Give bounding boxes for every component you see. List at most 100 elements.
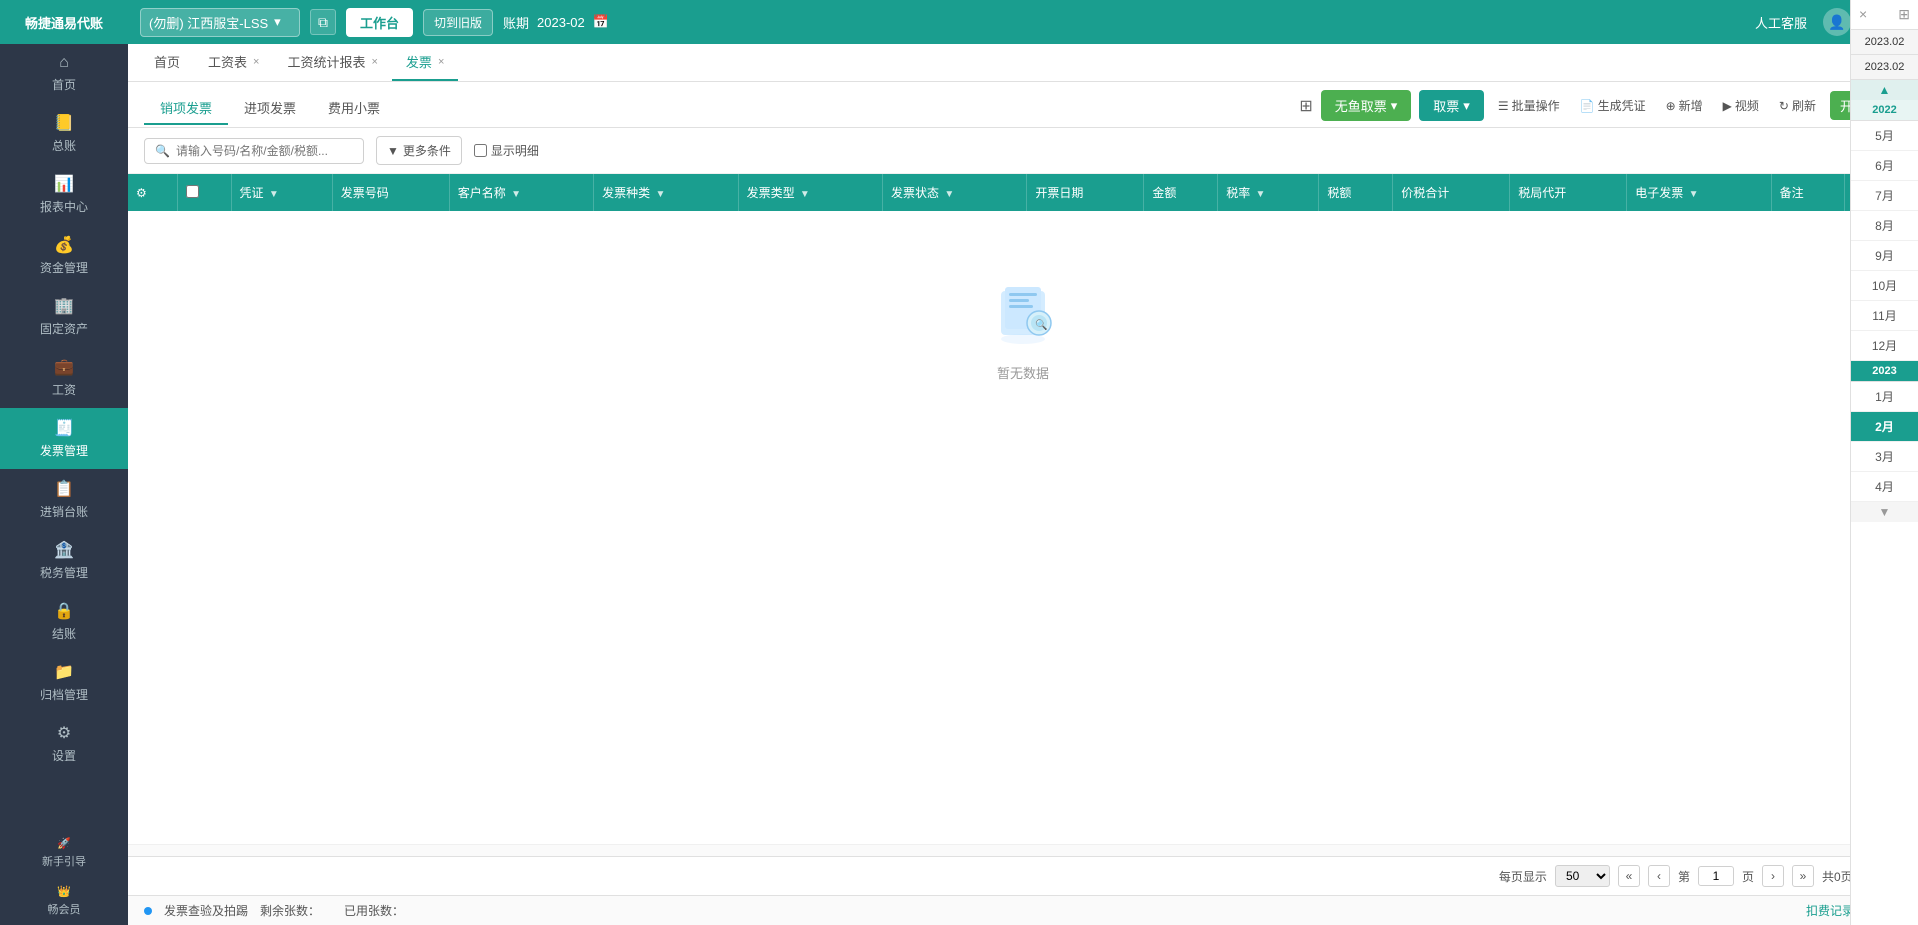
sidebar-item-sales[interactable]: 📋 进销台账	[0, 469, 128, 530]
th-settings[interactable]: ⚙	[128, 174, 177, 211]
close-icon[interactable]: ×	[371, 56, 377, 68]
sidebar-item-closing[interactable]: 🔒 结账	[0, 591, 128, 652]
next-page-button[interactable]: ›	[1762, 865, 1784, 887]
home-icon: ⌂	[59, 54, 69, 72]
sidebar-item-home[interactable]: ⌂ 首页	[0, 44, 128, 103]
video-button[interactable]: ▶ 视频	[1717, 92, 1765, 119]
close-icon[interactable]: ×	[253, 56, 259, 68]
tax-icon: 🏦	[54, 540, 74, 560]
sidebar-item-settings[interactable]: ⚙ 设置	[0, 713, 128, 774]
support-link[interactable]: 人工客服	[1755, 13, 1807, 32]
show-detail-checkbox[interactable]	[474, 144, 487, 157]
company-selector[interactable]: (勿删) 江西服宝-LSS ▾	[140, 8, 300, 37]
last-page-button[interactable]: »	[1792, 865, 1814, 887]
remaining-label: 剩余张数：	[260, 902, 320, 919]
tab-salary-report[interactable]: 工资统计报表 ×	[273, 44, 391, 81]
page-size-select[interactable]: 50 10 20 100	[1555, 865, 1610, 887]
select-all-checkbox[interactable]	[186, 185, 199, 198]
search-box: 🔍	[144, 138, 364, 164]
sidebar-item-tax[interactable]: 🏦 税务管理	[0, 530, 128, 591]
th-remark: 备注	[1771, 174, 1845, 211]
th-checkbox[interactable]	[177, 174, 231, 211]
scroll-bar-area[interactable]	[128, 844, 1918, 856]
sidebar-item-label: 报表中心	[40, 198, 88, 215]
period-10-month[interactable]: 10月	[1851, 271, 1918, 301]
period-8-month[interactable]: 8月	[1851, 211, 1918, 241]
period-item-second[interactable]: 2023.02	[1851, 55, 1918, 80]
sidebar-item-member[interactable]: 👑 畅会员	[0, 877, 128, 925]
period-5-month[interactable]: 5月	[1851, 121, 1918, 151]
tab-home[interactable]: 首页	[140, 44, 194, 81]
sub-tab-purchase-invoice[interactable]: 进项发票	[228, 92, 312, 125]
period-11-month[interactable]: 11月	[1851, 301, 1918, 331]
app-logo: 畅捷通易代账	[0, 0, 128, 44]
workbench-button[interactable]: 工作台	[346, 8, 413, 37]
sub-tab-sales-invoice[interactable]: 销项发票	[144, 92, 228, 125]
filter-bar: 🔍 ▼ 更多条件 显示明细	[128, 128, 1918, 174]
page-input[interactable]	[1698, 866, 1734, 886]
tab-salary[interactable]: 工资表 ×	[194, 44, 273, 81]
sidebar-item-guide[interactable]: 🚀 新手引导	[0, 829, 128, 877]
fee-record-link[interactable]: 扣费记录	[1806, 902, 1854, 919]
sidebar-item-label: 资金管理	[40, 259, 88, 276]
th-tax-rate: 税率 ▼	[1218, 174, 1319, 211]
sidebar-item-archive[interactable]: 📁 归档管理	[0, 652, 128, 713]
scroll-down-indicator[interactable]: ▼	[1851, 502, 1918, 522]
sub-tab-expense-ticket[interactable]: 费用小票	[312, 92, 396, 125]
tab-invoice[interactable]: 发票 ×	[392, 44, 458, 81]
invoice-table: ⚙ 凭证 ▼ 发票号码 客户名称 ▼ 发票种类 ▼ 发票类型 ▼ 发票状态 ▼ …	[128, 174, 1918, 211]
sidebar-item-salary[interactable]: 💼 工资	[0, 347, 128, 408]
period-7-month[interactable]: 7月	[1851, 181, 1918, 211]
search-input[interactable]	[176, 144, 353, 158]
generate-voucher-button[interactable]: 📄 生成凭证	[1574, 92, 1652, 119]
sidebar-item-reports[interactable]: 📊 报表中心	[0, 164, 128, 225]
calendar-icon[interactable]: 📅	[593, 14, 609, 30]
period-4-month[interactable]: 4月	[1851, 472, 1918, 502]
new-button[interactable]: ⊕ 新增	[1660, 92, 1709, 119]
switch-version-button[interactable]: 切到旧版	[423, 9, 493, 36]
sidebar-item-label: 工资	[52, 381, 76, 398]
no-tax-button[interactable]: 无鱼取票 ▾	[1321, 90, 1412, 121]
panel-controls: × ⊞	[1851, 0, 1918, 30]
period-1-month[interactable]: 1月	[1851, 382, 1918, 412]
salary-icon: 💼	[54, 357, 74, 377]
year-2023-label: 2023	[1851, 361, 1918, 382]
sidebar-item-invoice[interactable]: 🧾 发票管理	[0, 408, 128, 469]
table-container: ⚙ 凭证 ▼ 发票号码 客户名称 ▼ 发票种类 ▼ 发票类型 ▼ 发票状态 ▼ …	[128, 174, 1918, 844]
filter-icon[interactable]: ▼	[1256, 189, 1266, 200]
period-6-month[interactable]: 6月	[1851, 151, 1918, 181]
filter-icon[interactable]: ▼	[511, 189, 521, 200]
settings-icon: ⚙	[57, 723, 71, 743]
period-9-month[interactable]: 9月	[1851, 241, 1918, 271]
close-icon[interactable]: ×	[438, 56, 444, 68]
filter-icon[interactable]: ▼	[656, 189, 666, 200]
period-12-month[interactable]: 12月	[1851, 331, 1918, 361]
page-label-suffix: 页	[1742, 868, 1754, 885]
filter-icon[interactable]: ▼	[269, 189, 279, 200]
grid-view-icon[interactable]: ⊞	[1299, 96, 1312, 116]
panel-expand-icon[interactable]: ⊞	[1894, 4, 1914, 25]
sidebar-item-label: 发票管理	[40, 442, 88, 459]
scroll-up-indicator[interactable]: ▲	[1851, 80, 1918, 100]
filter-icon[interactable]: ▼	[800, 189, 810, 200]
copy-button[interactable]: ⧉	[310, 9, 336, 35]
sidebar-item-assets[interactable]: 🏢 固定资产	[0, 286, 128, 347]
get-ticket-button[interactable]: 取票 ▾	[1419, 90, 1484, 121]
th-tax-bureau: 税局代开	[1510, 174, 1627, 211]
period-item-first[interactable]: 2023.02	[1851, 30, 1918, 55]
prev-page-button[interactable]: ‹	[1648, 865, 1670, 887]
sidebar-item-funds[interactable]: 💰 资金管理	[0, 225, 128, 286]
period-3-month[interactable]: 3月	[1851, 442, 1918, 472]
sidebar-item-ledger[interactable]: 📒 总账	[0, 103, 128, 164]
first-page-button[interactable]: «	[1618, 865, 1640, 887]
batch-ops-button[interactable]: ☰ 批量操作	[1492, 92, 1566, 119]
search-icon: 🔍	[155, 144, 170, 158]
period-2-month-active[interactable]: 2月	[1851, 412, 1918, 442]
filter-icon[interactable]: ▼	[1689, 189, 1699, 200]
sidebar-item-label: 归档管理	[40, 686, 88, 703]
refresh-button[interactable]: ↻ 刷新	[1773, 92, 1822, 119]
filter-icon[interactable]: ▼	[944, 189, 954, 200]
panel-close-icon[interactable]: ×	[1855, 4, 1871, 25]
more-conditions-button[interactable]: ▼ 更多条件	[376, 136, 462, 165]
show-detail-label[interactable]: 显示明细	[474, 142, 539, 159]
